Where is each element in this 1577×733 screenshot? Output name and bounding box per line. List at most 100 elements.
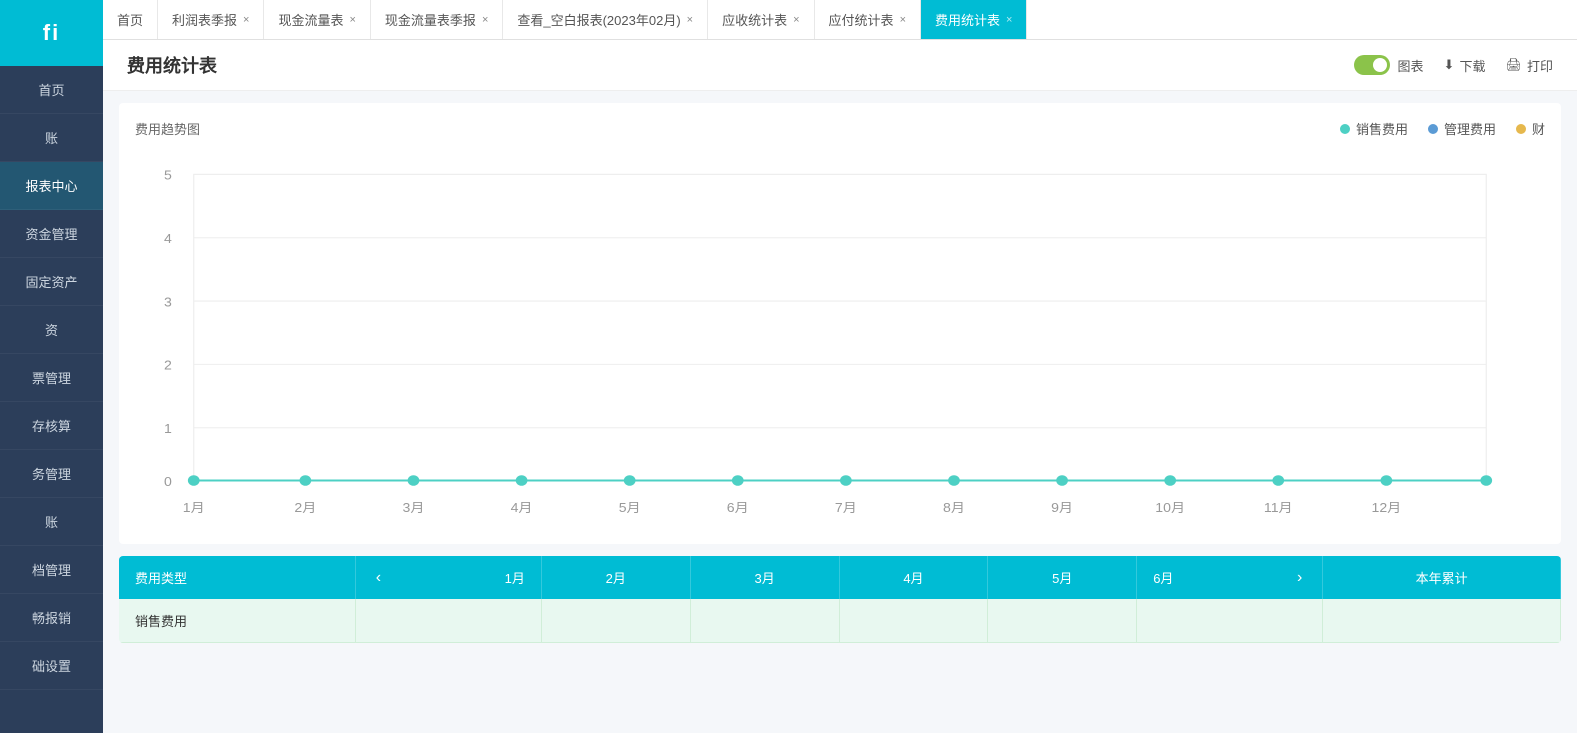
- sidebar: fi 首页 账 报表中心 资金管理 固定资产 资 票管理 存核算 务管理 账 档…: [0, 0, 103, 733]
- legend-sales: 销售费用: [1340, 119, 1408, 138]
- tab-payable[interactable]: 应付统计表 ×: [815, 0, 921, 40]
- th-yearly-total: 本年累计: [1323, 556, 1561, 599]
- chart-container: 5 4 3 2 1 0: [135, 148, 1545, 528]
- sidebar-item-inventory[interactable]: 存核算: [0, 402, 103, 450]
- svg-text:1月: 1月: [183, 501, 205, 515]
- tab-close-blank-report[interactable]: ×: [687, 14, 693, 26]
- table-header-row: 费用类型 ‹ 1月 2月 3月 4月 5月: [119, 556, 1561, 599]
- expense-table: 费用类型 ‹ 1月 2月 3月 4月 5月: [119, 556, 1561, 643]
- sidebar-item-home[interactable]: 首页: [0, 66, 103, 114]
- table-row-sales: 销售费用: [119, 599, 1561, 643]
- chart-toggle[interactable]: [1354, 55, 1390, 75]
- sidebar-item-ledger[interactable]: 账: [0, 498, 103, 546]
- chart-svg: 5 4 3 2 1 0: [135, 148, 1545, 528]
- svg-text:5月: 5月: [619, 501, 641, 515]
- month-prev-arrow[interactable]: ‹: [372, 569, 385, 587]
- sidebar-logo: fi: [0, 0, 103, 66]
- svg-text:10月: 10月: [1155, 501, 1185, 515]
- svg-text:11月: 11月: [1264, 501, 1293, 515]
- sidebar-item-expense[interactable]: 畅报销: [0, 594, 103, 642]
- chart-header: 费用趋势图 销售费用 管理费用 财: [135, 119, 1545, 138]
- page-title: 费用统计表: [127, 52, 217, 78]
- tab-home[interactable]: 首页: [103, 0, 158, 40]
- legend-label-admin: 管理费用: [1444, 119, 1496, 138]
- row-sales-m4: [839, 599, 988, 643]
- svg-text:1: 1: [164, 422, 172, 436]
- th-month-6: 6月 ›: [1137, 556, 1323, 599]
- th-expense-type: 费用类型: [119, 556, 355, 599]
- th-month-3: 3月: [690, 556, 839, 599]
- svg-text:3月: 3月: [403, 501, 425, 515]
- legend-admin: 管理费用: [1428, 119, 1496, 138]
- legend-dot-admin: [1428, 124, 1438, 134]
- content-area: 费用统计表 图表 ⬇ 下载 🖨 打印 费用趋势图: [103, 40, 1577, 733]
- tab-receivable[interactable]: 应收统计表 ×: [708, 0, 814, 40]
- row-sales-m3: [690, 599, 839, 643]
- page-header: 费用统计表 图表 ⬇ 下载 🖨 打印: [103, 40, 1577, 91]
- th-month-4: 4月: [839, 556, 988, 599]
- svg-text:8月: 8月: [943, 501, 965, 515]
- sidebar-item-account[interactable]: 账: [0, 114, 103, 162]
- print-icon: 🖨: [1505, 57, 1522, 73]
- sidebar-item-resource[interactable]: 资: [0, 306, 103, 354]
- row-sales-m6: [1137, 599, 1323, 643]
- legend-dot-sales: [1340, 124, 1350, 134]
- tab-close-cashflow[interactable]: ×: [349, 14, 355, 26]
- row-sales-m2: [541, 599, 690, 643]
- svg-text:5: 5: [164, 168, 172, 182]
- chart-title: 费用趋势图: [135, 119, 200, 138]
- sidebar-item-reports[interactable]: 报表中心: [0, 162, 103, 210]
- chart-section: 费用趋势图 销售费用 管理费用 财: [119, 103, 1561, 544]
- header-actions: 图表 ⬇ 下载 🖨 打印: [1354, 55, 1553, 75]
- svg-text:2: 2: [164, 358, 172, 372]
- svg-text:6月: 6月: [727, 501, 749, 515]
- svg-text:4: 4: [164, 232, 172, 246]
- sidebar-item-settings[interactable]: 础设置: [0, 642, 103, 690]
- sidebar-item-service[interactable]: 务管理: [0, 450, 103, 498]
- svg-text:3: 3: [164, 295, 172, 309]
- svg-text:4月: 4月: [511, 501, 533, 515]
- chart-legend: 销售费用 管理费用 财: [1340, 119, 1545, 138]
- tab-cashflow-quarterly[interactable]: 现金流量表季报 ×: [371, 0, 503, 40]
- svg-text:0: 0: [164, 474, 172, 488]
- tab-close-payable[interactable]: ×: [900, 14, 906, 26]
- tab-profit-quarterly[interactable]: 利润表季报 ×: [158, 0, 264, 40]
- data-table-section: 费用类型 ‹ 1月 2月 3月 4月 5月: [119, 556, 1561, 643]
- tab-blank-report[interactable]: 查看_空白报表(2023年02月) ×: [503, 0, 708, 40]
- print-button[interactable]: 🖨 打印: [1505, 56, 1553, 75]
- month-next-arrow[interactable]: ›: [1293, 569, 1306, 587]
- tab-close-cashflow-quarterly[interactable]: ×: [482, 14, 488, 26]
- th-month-1: ‹ 1月: [355, 556, 541, 599]
- chart-toggle-label: 图表: [1398, 56, 1424, 75]
- download-label: 下载: [1459, 56, 1485, 75]
- row-sales-m1: [355, 599, 541, 643]
- row-sales-m5: [988, 599, 1137, 643]
- th-month-2: 2月: [541, 556, 690, 599]
- tab-expense-stats[interactable]: 费用统计表 ×: [921, 0, 1027, 40]
- th-month-5: 5月: [988, 556, 1137, 599]
- legend-finance: 财: [1516, 119, 1545, 138]
- svg-text:7月: 7月: [835, 501, 857, 515]
- row-sales-type: 销售费用: [119, 599, 355, 643]
- download-button[interactable]: ⬇ 下载: [1444, 56, 1486, 75]
- tab-close-receivable[interactable]: ×: [793, 14, 799, 26]
- svg-text:2月: 2月: [294, 501, 316, 515]
- chart-toggle-wrap: 图表: [1354, 55, 1424, 75]
- legend-label-finance: 财: [1532, 119, 1545, 138]
- tab-bar: 首页 利润表季报 × 现金流量表 × 现金流量表季报 × 查看_空白报表(202…: [103, 0, 1577, 40]
- tab-cashflow[interactable]: 现金流量表 ×: [264, 0, 370, 40]
- sidebar-item-funds[interactable]: 资金管理: [0, 210, 103, 258]
- tab-close-expense-stats[interactable]: ×: [1006, 14, 1012, 26]
- svg-text:12月: 12月: [1371, 501, 1401, 515]
- sidebar-item-invoice[interactable]: 票管理: [0, 354, 103, 402]
- sidebar-item-archive[interactable]: 档管理: [0, 546, 103, 594]
- svg-text:9月: 9月: [1051, 501, 1073, 515]
- legend-dot-finance: [1516, 124, 1526, 134]
- row-sales-total: [1323, 599, 1561, 643]
- download-icon: ⬇: [1444, 57, 1455, 73]
- tab-close-profit-quarterly[interactable]: ×: [243, 14, 249, 26]
- legend-label-sales: 销售费用: [1356, 119, 1408, 138]
- main-area: 首页 利润表季报 × 现金流量表 × 现金流量表季报 × 查看_空白报表(202…: [103, 0, 1577, 733]
- print-label: 打印: [1527, 56, 1553, 75]
- sidebar-item-assets[interactable]: 固定资产: [0, 258, 103, 306]
